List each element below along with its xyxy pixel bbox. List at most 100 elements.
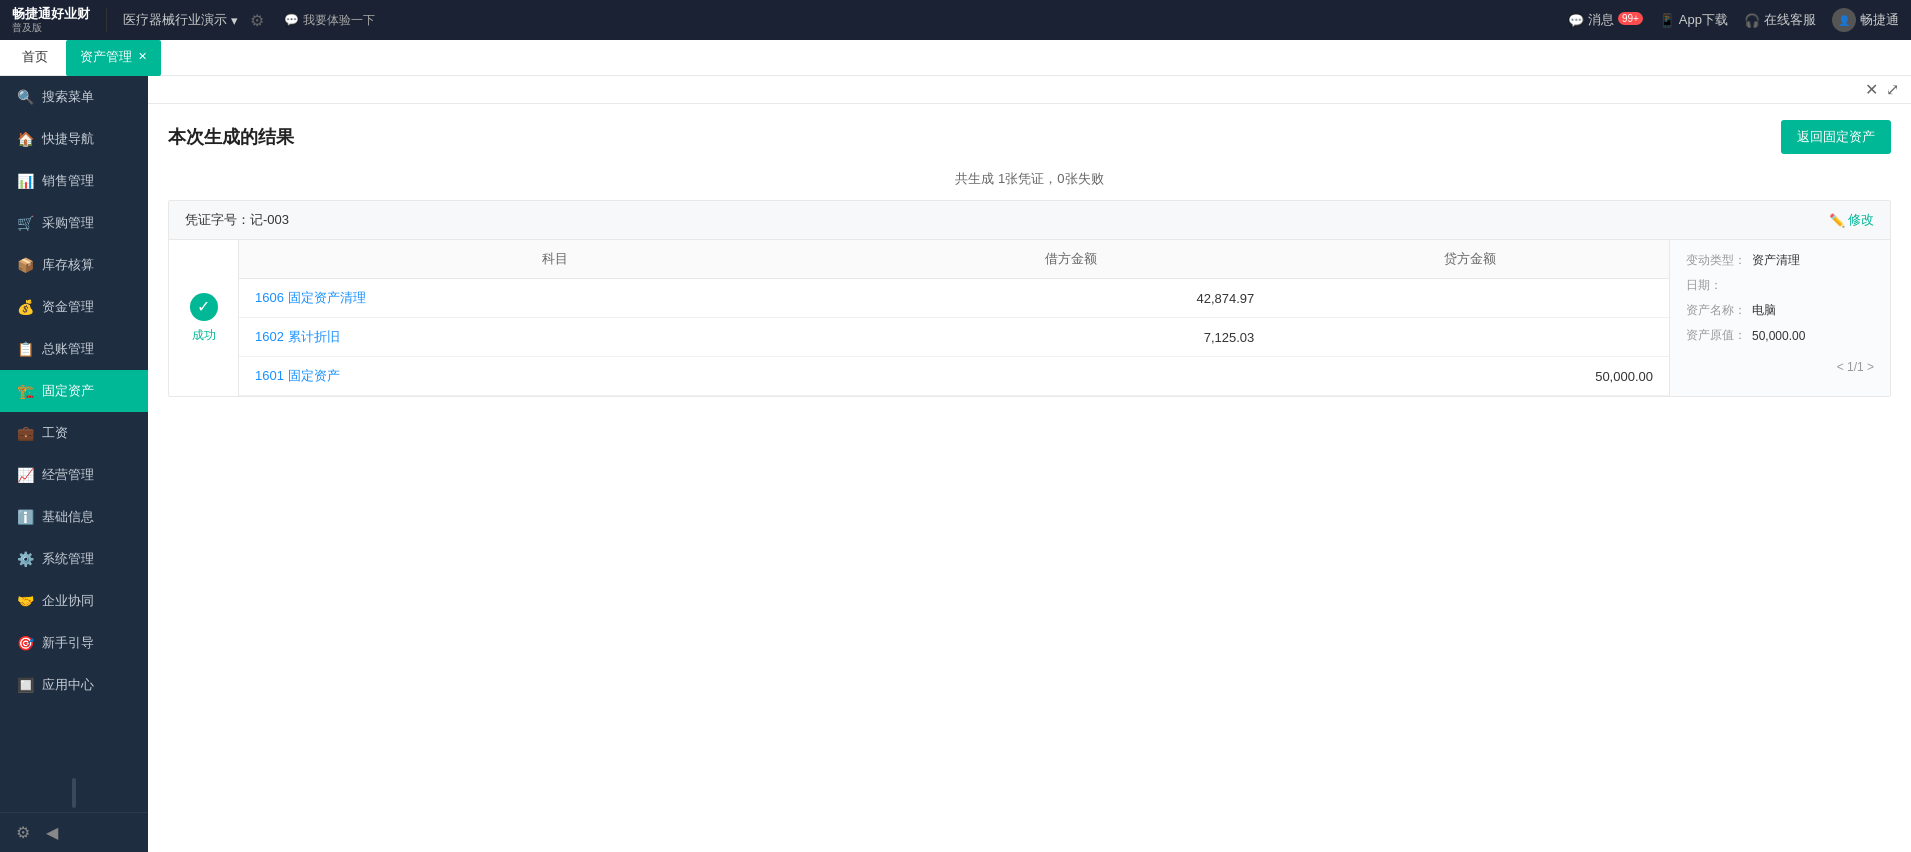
sidebar-item-quick-nav-label: 快捷导航	[42, 130, 94, 148]
sidebar-item-system[interactable]: ⚙️ 系统管理	[0, 538, 148, 580]
sidebar-item-funds-label: 资金管理	[42, 298, 94, 316]
guide-icon: 🎯	[16, 634, 34, 652]
voucher-number: 凭证字号：记-003	[185, 211, 289, 229]
table-row: 1601 固定资产 50,000.00	[239, 357, 1669, 396]
sidebar-item-base-info[interactable]: ℹ️ 基础信息	[0, 496, 148, 538]
app-download-label: App下载	[1679, 11, 1728, 29]
original-value-row: 资产原值： 50,000.00	[1686, 327, 1874, 344]
system-icon: ⚙️	[16, 550, 34, 568]
sidebar-item-guide-label: 新手引导	[42, 634, 94, 652]
user-area[interactable]: 👤 畅捷通	[1832, 8, 1899, 32]
brand-name: 畅捷通好业财	[12, 6, 90, 22]
edit-icon: ✏️	[1829, 213, 1845, 228]
panel-wrapper: ✕ ⤢ 本次生成的结果 返回固定资产 共生成 1张凭证，0张失败 凭证字号：记-…	[148, 76, 1911, 852]
top-header: 畅捷通好业财 普及版 医疗器械行业演示 ▾ ⚙ 💬 我要体验一下 💬 消息 99…	[0, 0, 1911, 40]
online-support-area[interactable]: 🎧 在线客服	[1744, 11, 1816, 29]
workspace-selector[interactable]: 医疗器械行业演示 ▾	[123, 11, 238, 29]
enterprise-icon: 🤝	[16, 592, 34, 610]
content-area: ✕ ⤢ 本次生成的结果 返回固定资产 共生成 1张凭证，0张失败 凭证字号：记-…	[148, 76, 1911, 852]
voucher-body: ✓ 成功 科目 借方金额 贷方金额	[169, 240, 1890, 396]
row2-credit	[1270, 318, 1669, 357]
asset-name-row: 资产名称： 电脑	[1686, 302, 1874, 319]
row2-subject: 1602 累计折旧	[239, 318, 872, 357]
side-pagination[interactable]: < 1/1 >	[1686, 360, 1874, 374]
sidebar-item-payroll-label: 工资	[42, 424, 68, 442]
ledger-icon: 📋	[16, 340, 34, 358]
ops-icon: 📈	[16, 466, 34, 484]
message-icon-area[interactable]: 💬 消息 99+	[1568, 11, 1643, 29]
return-button[interactable]: 返回固定资产	[1781, 120, 1891, 154]
sidebar-gear-icon[interactable]: ⚙	[16, 823, 30, 842]
home-icon: 🏠	[16, 130, 34, 148]
sidebar-item-app-center[interactable]: 🔲 应用中心	[0, 664, 148, 706]
sidebar-item-inventory[interactable]: 📦 库存核算	[0, 244, 148, 286]
asset-name-value: 电脑	[1752, 302, 1776, 319]
close-panel-icon[interactable]: ✕	[1865, 80, 1878, 99]
tab-home[interactable]: 首页	[8, 40, 62, 76]
sidebar-item-payroll[interactable]: 💼 工资	[0, 412, 148, 454]
tab-bar: 首页 资产管理 ✕	[0, 40, 1911, 76]
sidebar-item-inventory-label: 库存核算	[42, 256, 94, 274]
brand-logo: 畅捷通好业财 普及版	[12, 6, 90, 34]
phone-icon: 📱	[1659, 13, 1675, 28]
edit-button[interactable]: ✏️ 修改	[1829, 211, 1874, 229]
info-icon: ℹ️	[16, 508, 34, 526]
sidebar-item-guide[interactable]: 🎯 新手引导	[0, 622, 148, 664]
sidebar-item-enterprise-label: 企业协同	[42, 592, 94, 610]
payroll-icon: 💼	[16, 424, 34, 442]
sidebar-item-purchase[interactable]: 🛒 采购管理	[0, 202, 148, 244]
sidebar-bottom: ⚙ ◀	[0, 812, 148, 852]
feedback-label[interactable]: 我要体验一下	[303, 12, 375, 29]
sidebar-item-sales[interactable]: 📊 销售管理	[0, 160, 148, 202]
sidebar-item-system-label: 系统管理	[42, 550, 94, 568]
sidebar-item-app-center-label: 应用中心	[42, 676, 94, 694]
sidebar-item-ledger[interactable]: 📋 总账管理	[0, 328, 148, 370]
tab-asset-management[interactable]: 资产管理 ✕	[66, 40, 161, 76]
col-credit: 贷方金额	[1270, 240, 1669, 279]
username: 畅捷通	[1860, 11, 1899, 29]
message-badge: 99+	[1618, 12, 1643, 25]
chart-icon: 📊	[16, 172, 34, 190]
sidebar-item-search[interactable]: 🔍 搜索菜单	[0, 76, 148, 118]
voucher-table: 科目 借方金额 贷方金额 1606 固定资产清理 42,874.97	[239, 240, 1670, 396]
row3-subject: 1601 固定资产	[239, 357, 872, 396]
change-type-label: 变动类型：	[1686, 252, 1746, 269]
voucher-header: 凭证字号：记-003 ✏️ 修改	[169, 201, 1890, 240]
table-row: 1602 累计折旧 7,125.03	[239, 318, 1669, 357]
main-layout: 🔍 搜索菜单 🏠 快捷导航 📊 销售管理 🛒 采购管理 📦 库存核算 💰	[0, 76, 1911, 852]
col-debit: 借方金额	[872, 240, 1271, 279]
sidebar-item-fixed-assets[interactable]: 🏗️ 固定资产	[0, 370, 148, 412]
app-center-icon: 🔲	[16, 676, 34, 694]
asset-name-label: 资产名称：	[1686, 302, 1746, 319]
row1-subject: 1606 固定资产清理	[239, 279, 872, 318]
sidebar-item-enterprise[interactable]: 🤝 企业协同	[0, 580, 148, 622]
building-icon: 🏗️	[16, 382, 34, 400]
date-label: 日期：	[1686, 277, 1722, 294]
settings-icon[interactable]: ⚙	[250, 11, 264, 30]
date-row: 日期：	[1686, 277, 1874, 294]
money-icon: 💰	[16, 298, 34, 316]
sidebar-item-quick-nav[interactable]: 🏠 快捷导航	[0, 118, 148, 160]
brand-edition: 普及版	[12, 22, 90, 34]
check-circle-icon: ✓	[190, 293, 218, 321]
sidebar-item-operations[interactable]: 📈 经营管理	[0, 454, 148, 496]
message-label: 消息	[1588, 11, 1614, 29]
app-download-area[interactable]: 📱 App下载	[1659, 11, 1728, 29]
message-icon: 💬	[1568, 13, 1584, 28]
avatar: 👤	[1832, 8, 1856, 32]
expand-panel-icon[interactable]: ⤢	[1886, 80, 1899, 99]
row3-debit	[872, 357, 1271, 396]
voucher-section: 凭证字号：记-003 ✏️ 修改 ✓ 成功	[168, 200, 1891, 397]
success-status: ✓ 成功	[169, 240, 239, 396]
header-icons: 💬 消息 99+ 📱 App下载 🎧 在线客服 👤 畅捷通	[1568, 8, 1899, 32]
sidebar: 🔍 搜索菜单 🏠 快捷导航 📊 销售管理 🛒 采购管理 📦 库存核算 💰	[0, 76, 148, 852]
voucher-side-info: 变动类型： 资产清理 日期： 资产名称： 电脑	[1670, 240, 1890, 396]
success-text: 成功	[192, 327, 216, 344]
tab-close-icon[interactable]: ✕	[138, 50, 147, 63]
sidebar-collapse-icon[interactable]: ◀	[46, 823, 58, 842]
sidebar-item-funds[interactable]: 💰 资金管理	[0, 286, 148, 328]
row1-credit	[1270, 279, 1669, 318]
sidebar-nav: 🔍 搜索菜单 🏠 快捷导航 📊 销售管理 🛒 采购管理 📦 库存核算 💰	[0, 76, 148, 774]
result-summary: 共生成 1张凭证，0张失败	[168, 170, 1891, 188]
row2-debit: 7,125.03	[872, 318, 1271, 357]
